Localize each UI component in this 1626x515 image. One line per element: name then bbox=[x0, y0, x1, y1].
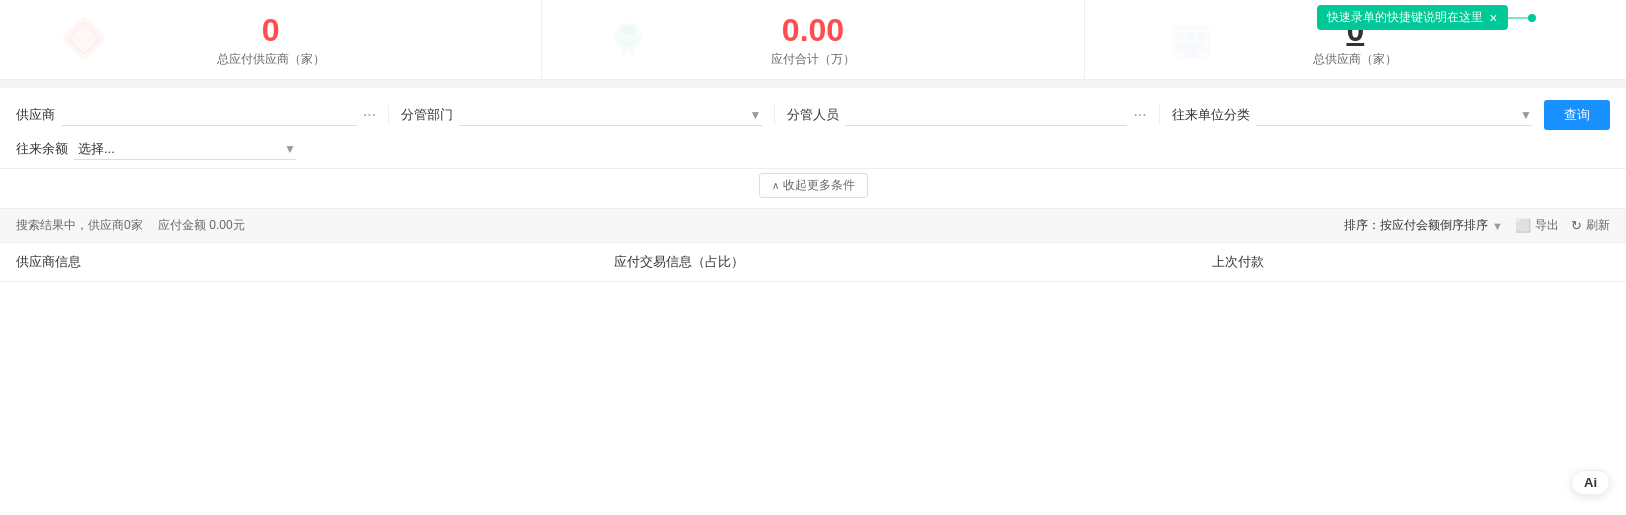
department-select[interactable] bbox=[459, 104, 749, 125]
table-header: 供应商信息 应付交易信息（占比） 上次付款 bbox=[0, 243, 1626, 282]
export-icon: ⬜ bbox=[1515, 218, 1531, 233]
supplier-input[interactable] bbox=[62, 104, 357, 126]
export-button[interactable]: ⬜ 导出 bbox=[1515, 217, 1559, 234]
summary-item-payable-suppliers: 0 总应付供应商（家） bbox=[0, 0, 542, 79]
summary-item-payable-total: 0.00 应付合计（万） bbox=[542, 0, 1084, 79]
result-actions: 排序：按应付会额倒序排序 ▼ ⬜ 导出 ↻ 刷新 bbox=[1344, 217, 1610, 234]
diamond-icon bbox=[60, 14, 108, 65]
total-suppliers-label: 总供应商（家） bbox=[1313, 51, 1397, 68]
result-summary-text: 搜索结果中，供应商0家 bbox=[16, 218, 143, 232]
table-body bbox=[0, 282, 1626, 515]
unit-class-select-wrapper: ▼ bbox=[1256, 104, 1532, 126]
col-transaction-header: 应付交易信息（占比） bbox=[614, 253, 1212, 271]
result-amount-text: 应付金额 0.00元 bbox=[158, 218, 245, 232]
svg-rect-11 bbox=[1185, 43, 1197, 57]
supplier-label: 供应商 bbox=[16, 106, 56, 124]
tooltip-close-button[interactable]: × bbox=[1489, 11, 1497, 25]
department-chevron-icon: ▼ bbox=[750, 108, 762, 122]
payable-suppliers-number: 0 bbox=[262, 11, 280, 49]
export-label: 导出 bbox=[1535, 217, 1559, 234]
balance-label: 往来余额 bbox=[16, 140, 68, 158]
svg-rect-12 bbox=[1173, 24, 1208, 29]
tooltip-dot bbox=[1527, 14, 1535, 22]
person-input[interactable] bbox=[845, 104, 1128, 126]
balance-select[interactable]: 选择... bbox=[74, 138, 284, 159]
divider-3 bbox=[1159, 105, 1160, 125]
unit-class-select[interactable] bbox=[1256, 104, 1520, 125]
building-icon bbox=[1165, 12, 1217, 67]
divider-2 bbox=[774, 105, 775, 125]
balance-chevron-icon: ▼ bbox=[284, 142, 296, 156]
collapse-button[interactable]: ∧ 收起更多条件 bbox=[759, 173, 868, 198]
supplier-dots[interactable]: ··· bbox=[363, 106, 376, 124]
result-summary: 搜索结果中，供应商0家 应付金额 0.00元 bbox=[16, 217, 245, 234]
tooltip-bubble: 快速录单的快捷键说明在这里 × bbox=[1317, 5, 1507, 30]
filter-row-2: 往来余额 选择... ▼ bbox=[16, 138, 1610, 160]
sort-chevron-icon: ▼ bbox=[1492, 220, 1503, 232]
sort-label: 排序：按应付会额倒序排序 bbox=[1344, 217, 1488, 234]
summary-bar: 0 总应付供应商（家） 0.00 应付合计（万） 快速录单的快捷键说明在这里 × bbox=[0, 0, 1626, 80]
summary-item-total-suppliers: 快速录单的快捷键说明在这里 × 0 总供应商（家） bbox=[1085, 0, 1626, 79]
svg-rect-9 bbox=[1177, 43, 1184, 50]
department-select-wrapper: ▼ bbox=[459, 104, 761, 126]
refresh-button[interactable]: ↻ 刷新 bbox=[1571, 217, 1610, 234]
payable-total-number: 0.00 bbox=[782, 11, 844, 49]
svg-rect-10 bbox=[1198, 43, 1205, 50]
svg-rect-6 bbox=[1177, 33, 1184, 40]
collapse-label: 收起更多条件 bbox=[783, 177, 855, 194]
piggy-icon bbox=[602, 12, 654, 67]
col-supplier-header: 供应商信息 bbox=[16, 253, 614, 271]
filter-row-1: 供应商 ··· 分管部门 ▼ 分管人员 ··· 往来单位分类 bbox=[16, 100, 1610, 130]
person-label: 分管人员 bbox=[787, 106, 839, 124]
collapse-chevron-icon: ∧ bbox=[772, 180, 779, 191]
col-lastpay-header: 上次付款 bbox=[1212, 253, 1611, 271]
sort-select-wrapper[interactable]: 排序：按应付会额倒序排序 ▼ bbox=[1344, 217, 1503, 234]
filter-item-supplier: 供应商 ··· bbox=[16, 104, 376, 126]
filter-section: 供应商 ··· 分管部门 ▼ 分管人员 ··· 往来单位分类 bbox=[0, 88, 1626, 169]
ai-badge[interactable]: Ai bbox=[1571, 470, 1610, 495]
filter-item-person: 分管人员 ··· bbox=[787, 104, 1147, 126]
department-label: 分管部门 bbox=[401, 106, 453, 124]
payable-total-label: 应付合计（万） bbox=[771, 51, 855, 68]
query-button[interactable]: 查询 bbox=[1544, 100, 1610, 130]
filter-item-balance: 往来余额 选择... ▼ bbox=[16, 138, 296, 160]
svg-point-4 bbox=[632, 33, 635, 36]
payable-suppliers-label: 总应付供应商（家） bbox=[217, 51, 325, 68]
unit-class-chevron-icon: ▼ bbox=[1520, 108, 1532, 122]
collapse-row: ∧ 收起更多条件 bbox=[0, 169, 1626, 209]
result-bar: 搜索结果中，供应商0家 应付金额 0.00元 排序：按应付会额倒序排序 ▼ ⬜ … bbox=[0, 209, 1626, 243]
tooltip-text: 快速录单的快捷键说明在这里 bbox=[1327, 9, 1483, 26]
balance-select-wrapper: 选择... ▼ bbox=[74, 138, 296, 160]
person-dots[interactable]: ··· bbox=[1133, 106, 1146, 124]
divider-1 bbox=[388, 105, 389, 125]
filter-item-department: 分管部门 ▼ bbox=[401, 104, 761, 126]
svg-rect-8 bbox=[1198, 33, 1205, 40]
refresh-icon: ↻ bbox=[1571, 218, 1582, 233]
unit-class-label: 往来单位分类 bbox=[1172, 106, 1250, 124]
refresh-label: 刷新 bbox=[1586, 217, 1610, 234]
filter-item-unit-class: 往来单位分类 ▼ bbox=[1172, 104, 1532, 126]
svg-rect-7 bbox=[1187, 33, 1194, 40]
